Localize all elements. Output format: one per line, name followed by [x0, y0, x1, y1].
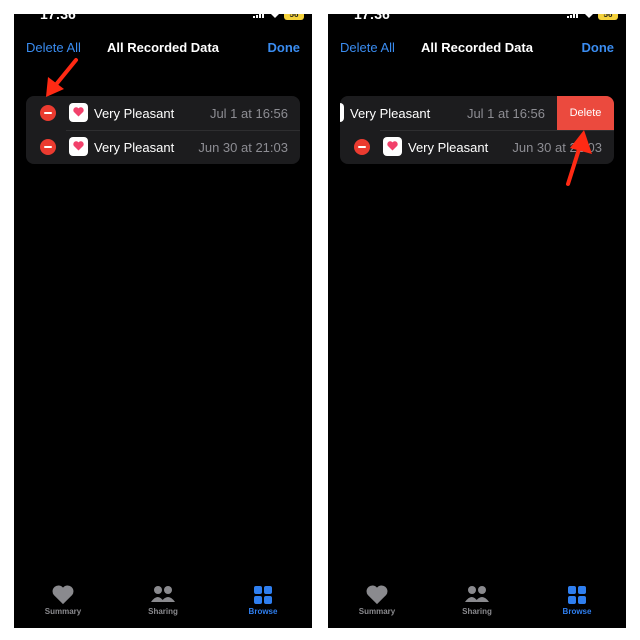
people-icon [465, 586, 489, 602]
tab-label: Browse [562, 607, 592, 616]
remove-minus-button[interactable] [40, 105, 56, 121]
state-of-mind-app-icon [69, 103, 88, 122]
done-button[interactable]: Done [582, 40, 615, 55]
battery-icon: 56 [598, 14, 618, 20]
entry-date: Jul 1 at 16:56 [209, 106, 288, 121]
tab-sharing[interactable]: Sharing [123, 584, 203, 616]
phone-screen-edit-mode: 17:36 56 Delete All All Recorded Data Do… [14, 14, 312, 628]
heart-icon [387, 141, 398, 151]
swiped-row-content: Very Pleasant Jul 1 at 16:56 [340, 96, 557, 130]
state-of-mind-app-icon [340, 103, 344, 122]
tab-bar: Summary Sharing Browse [328, 576, 626, 628]
list-item-swiped[interactable]: Very Pleasant Jul 1 at 16:56 Delete [340, 96, 614, 130]
cellular-signal-icon [567, 14, 579, 18]
entry-label: Very Pleasant [408, 140, 489, 155]
recorded-data-list: Very Pleasant Jul 1 at 16:56 Very Pleasa… [26, 96, 300, 164]
delete-button[interactable]: Delete [557, 96, 614, 130]
navigation-bar: Delete All All Recorded Data Done [14, 40, 312, 60]
tab-label: Browse [248, 607, 278, 616]
tab-browse[interactable]: Browse [537, 584, 617, 616]
heart-icon [73, 107, 84, 117]
tab-sharing[interactable]: Sharing [437, 584, 517, 616]
entry-label: Very Pleasant [94, 140, 175, 155]
tab-summary[interactable]: Summary [23, 584, 103, 616]
tab-label: Sharing [462, 607, 492, 616]
status-time: 17:36 [354, 14, 390, 22]
status-bar: 17:36 56 [14, 14, 312, 24]
heart-icon [73, 141, 84, 151]
remove-minus-button[interactable] [40, 139, 56, 155]
battery-icon: 56 [284, 14, 304, 20]
phone-screen-swipe-delete: 17:36 56 Delete All All Recorded Data Do… [328, 14, 626, 628]
cellular-signal-icon [253, 14, 265, 18]
list-item[interactable]: Very Pleasant Jun 30 at 21:03 [340, 130, 614, 164]
done-button[interactable]: Done [268, 40, 301, 55]
list-item[interactable]: Very Pleasant Jul 1 at 16:56 [26, 96, 300, 130]
entry-date: Jun 30 at 21:03 [198, 140, 288, 155]
people-icon [151, 586, 175, 602]
recorded-data-list: Very Pleasant Jul 1 at 16:56 Delete Very… [340, 96, 614, 164]
status-time: 17:36 [40, 14, 76, 22]
tab-label: Sharing [148, 607, 178, 616]
heart-icon [52, 585, 74, 605]
navigation-bar: Delete All All Recorded Data Done [328, 40, 626, 60]
wifi-icon [271, 14, 279, 18]
status-bar: 17:36 56 [328, 14, 626, 24]
state-of-mind-app-icon [383, 137, 402, 156]
grid-icon [254, 586, 272, 604]
state-of-mind-app-icon [69, 137, 88, 156]
entry-date: Jun 30 at 21:03 [512, 140, 602, 155]
tab-browse[interactable]: Browse [223, 584, 303, 616]
wifi-icon [585, 14, 593, 18]
grid-icon [568, 586, 586, 604]
entry-label: Very Pleasant [350, 106, 431, 121]
list-item[interactable]: Very Pleasant Jun 30 at 21:03 [26, 130, 300, 164]
tab-summary[interactable]: Summary [337, 584, 417, 616]
tab-bar: Summary Sharing Browse [14, 576, 312, 628]
entry-date: Jul 1 at 16:56 [466, 106, 545, 121]
tab-label: Summary [44, 607, 82, 616]
entry-label: Very Pleasant [94, 106, 175, 121]
tab-label: Summary [358, 607, 396, 616]
heart-icon [366, 585, 388, 605]
remove-minus-button[interactable] [354, 139, 370, 155]
